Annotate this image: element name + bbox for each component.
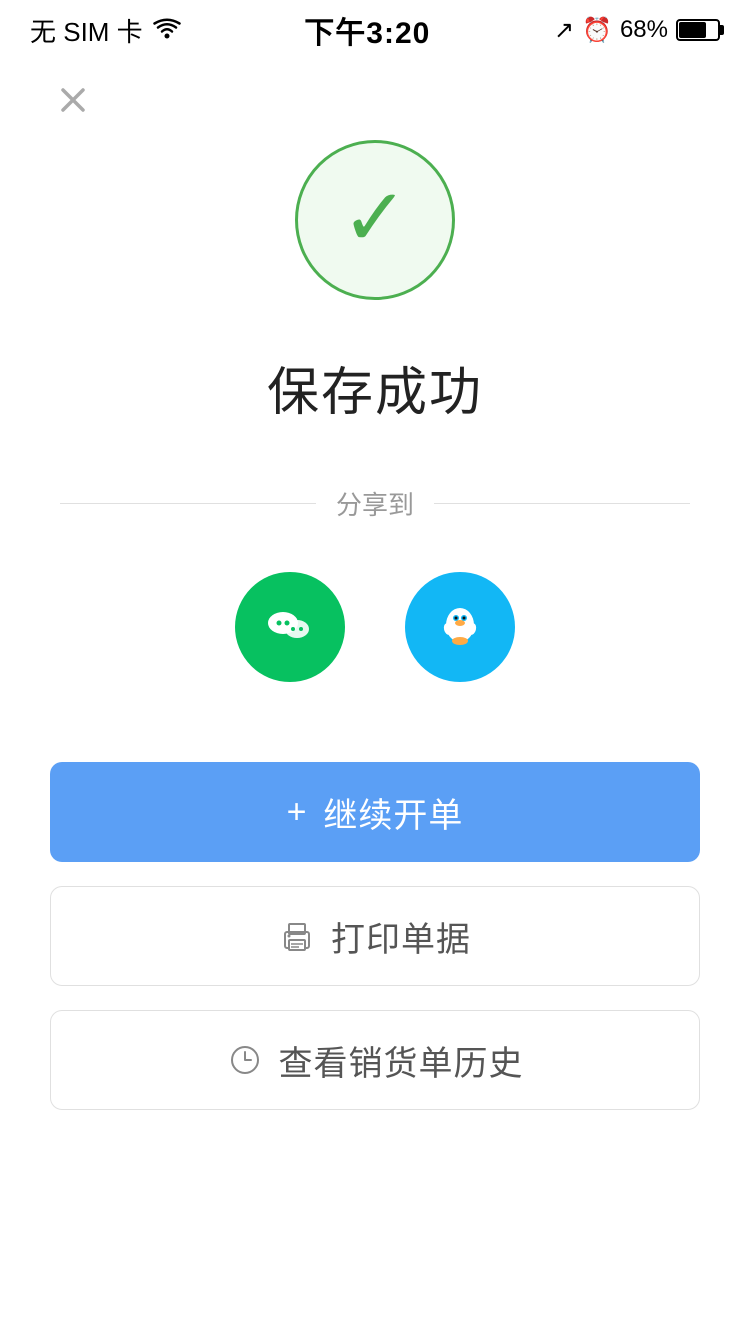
status-time: 下午3:20	[304, 8, 430, 52]
continue-order-button[interactable]: + 继续开单	[50, 762, 700, 862]
wechat-share-button[interactable]	[235, 572, 345, 682]
share-label: 分享到	[316, 485, 434, 522]
divider-right	[434, 503, 690, 504]
print-receipt-button[interactable]: 打印单据	[50, 886, 700, 986]
status-right: ↗ ⏰ 68%	[554, 16, 720, 45]
share-icons-row	[235, 572, 515, 682]
print-label: 打印单据	[331, 912, 471, 961]
print-icon	[279, 918, 315, 954]
checkmark-icon: ✓	[341, 178, 408, 258]
continue-order-label: 继续开单	[323, 788, 463, 837]
history-icon	[227, 1042, 263, 1078]
history-label: 查看销货单历史	[279, 1036, 524, 1085]
main-content: ✓ 保存成功 分享到	[0, 60, 750, 1110]
alarm-icon: ⏰	[582, 16, 612, 45]
wifi-icon	[153, 15, 181, 46]
view-history-button[interactable]: 查看销货单历史	[50, 1010, 700, 1110]
success-title: 保存成功	[267, 350, 483, 425]
battery-icon	[676, 19, 720, 41]
plus-icon: +	[287, 793, 308, 832]
divider-left	[60, 503, 316, 504]
carrier-text: 无 SIM 卡	[30, 12, 143, 49]
close-button[interactable]	[48, 75, 98, 125]
location-icon: ↗	[554, 16, 574, 45]
status-bar: 无 SIM 卡 下午3:20 ↗ ⏰ 68%	[0, 0, 750, 60]
status-left: 无 SIM 卡	[30, 12, 181, 49]
share-divider: 分享到	[0, 485, 750, 522]
qq-share-button[interactable]	[405, 572, 515, 682]
action-buttons: + 继续开单 打印单据	[0, 762, 750, 1110]
battery-percentage: 68%	[620, 16, 668, 44]
success-indicator: ✓	[295, 140, 455, 300]
